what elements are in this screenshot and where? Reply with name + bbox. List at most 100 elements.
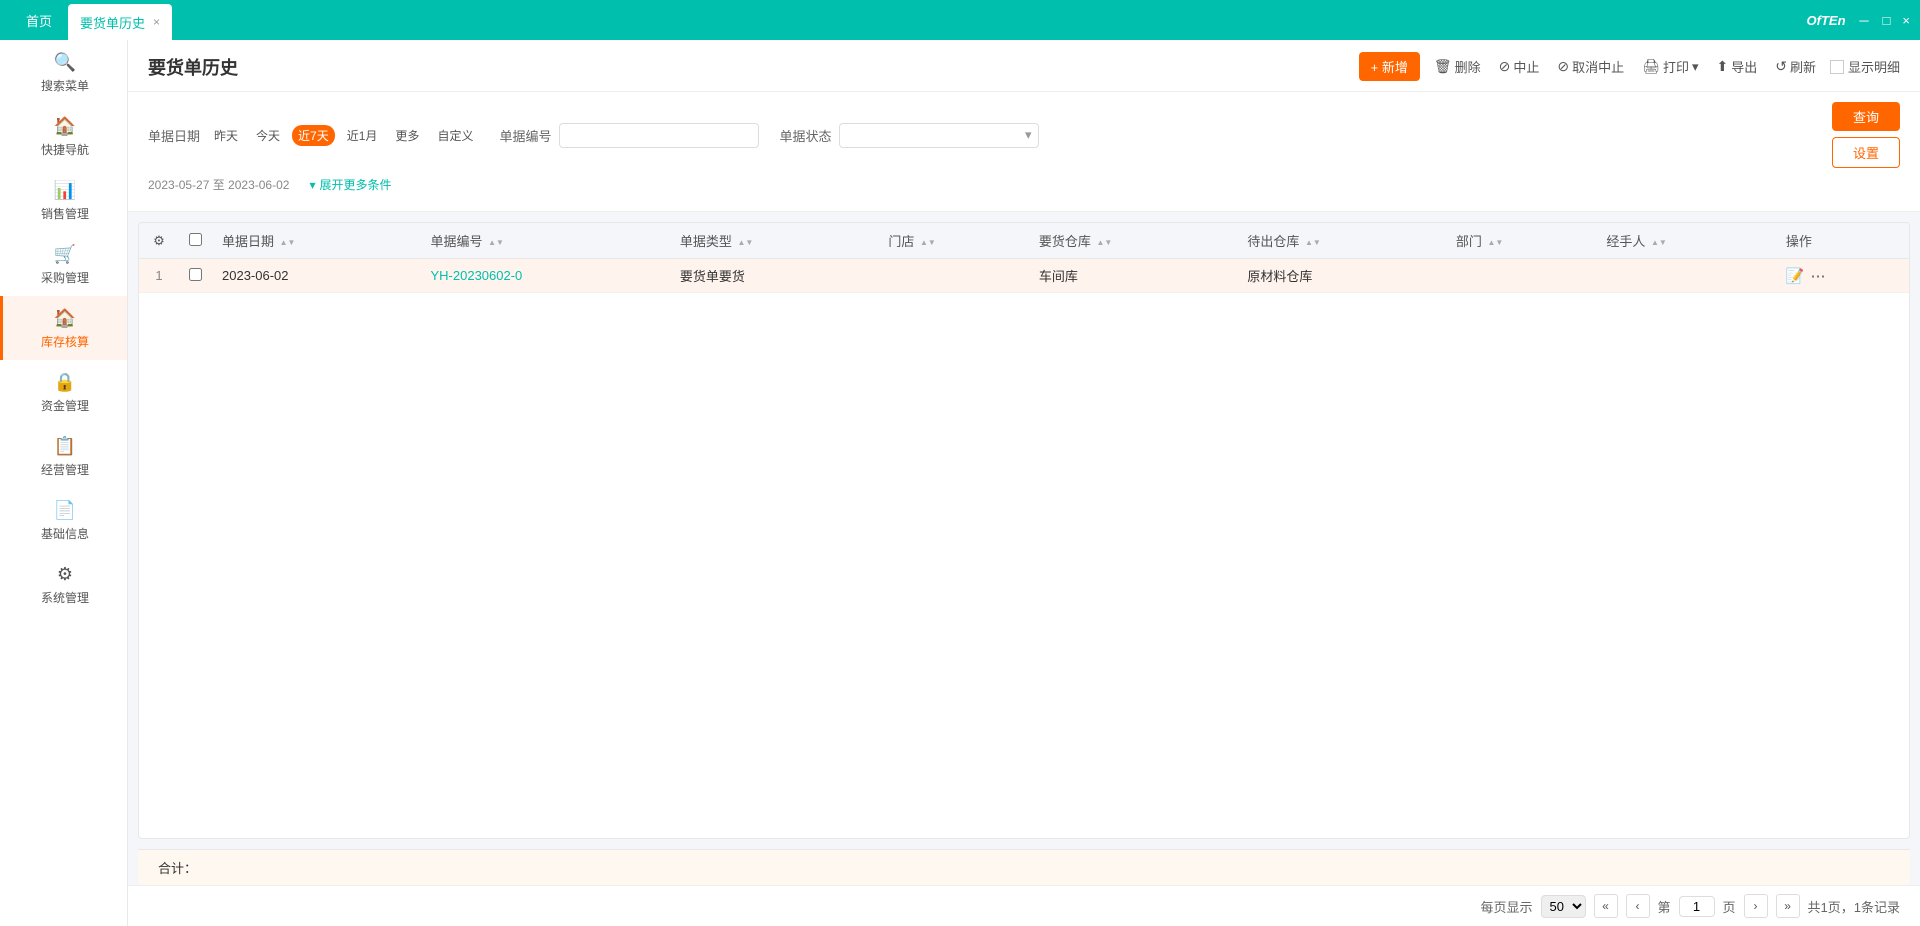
sidebar-item-system[interactable]: ⚙ 系统管理 <box>0 552 127 616</box>
sidebar-item-basic-info[interactable]: 📄 基础信息 <box>0 488 127 552</box>
print-label: 打印 <box>1663 57 1689 76</box>
row-more-icon[interactable]: ⋯ <box>1811 267 1826 285</box>
th-pending-warehouse: 待出仓库 ▲▼ <box>1237 223 1446 259</box>
pagination: 每页显示 50 « ‹ 第 页 › » 共1页，1条记录 <box>128 885 1920 926</box>
page-input[interactable] <box>1679 896 1715 917</box>
topbar-close[interactable]: × <box>1902 13 1910 28</box>
cancel-stop-label: 取消中止 <box>1572 57 1624 76</box>
sort-icon-date[interactable]: ▲▼ <box>280 239 296 247</box>
th-req-warehouse: 要货仓库 ▲▼ <box>1029 223 1238 259</box>
quick-nav-icon: 🏠 <box>54 116 76 137</box>
date-btn-more[interactable]: 更多 <box>389 125 425 146</box>
toolbar: + 新增 🗑 删除 ⊘ 中止 ⊘ 取消中止 🖨 打印 ▾ <box>1359 52 1900 81</box>
delete-button[interactable]: 🗑 删除 <box>1430 57 1485 76</box>
row-checkbox-cell <box>179 259 212 293</box>
sort-icon-req-warehouse[interactable]: ▲▼ <box>1096 239 1112 247</box>
sidebar-item-label: 快捷导航 <box>41 141 89 158</box>
row-bill-type: 要货单要货 <box>670 259 879 293</box>
th-pending-warehouse-label: 待出仓库 <box>1247 234 1299 249</box>
topbar-maximize[interactable]: □ <box>1883 13 1891 28</box>
sort-icon-bill-type[interactable]: ▲▼ <box>737 239 753 247</box>
bill-no-input[interactable] <box>559 123 759 148</box>
print-chevron-icon: ▾ <box>1692 59 1699 75</box>
page-label: 第 <box>1658 897 1671 916</box>
settings-button[interactable]: 设置 <box>1832 137 1900 168</box>
date-btn-yesterday[interactable]: 昨天 <box>208 125 244 146</box>
pagination-first-btn[interactable]: « <box>1594 894 1618 918</box>
th-action-label: 操作 <box>1786 234 1812 249</box>
refresh-button[interactable]: ↺ 刷新 <box>1771 57 1820 76</box>
stop-label: 中止 <box>1513 57 1539 76</box>
sidebar-item-quick-nav[interactable]: 🏠 快捷导航 <box>0 104 127 168</box>
pagination-prev-btn[interactable]: ‹ <box>1626 894 1650 918</box>
inventory-icon: 🏠 <box>54 308 76 329</box>
th-req-warehouse-label: 要货仓库 <box>1039 234 1091 249</box>
page-header: 要货单历史 + 新增 🗑 删除 ⊘ 中止 ⊘ 取消中止 🖨 打印 <box>128 40 1920 92</box>
row-store <box>878 259 1029 293</box>
stop-button[interactable]: ⊘ 中止 <box>1495 57 1544 76</box>
th-date: 单据日期 ▲▼ <box>212 223 421 259</box>
th-bill-type: 单据类型 ▲▼ <box>670 223 879 259</box>
refresh-icon: ↺ <box>1775 58 1787 75</box>
sort-icon-store[interactable]: ▲▼ <box>920 239 936 247</box>
sidebar-item-label: 搜索菜单 <box>41 77 89 94</box>
row-date: 2023-06-02 <box>212 259 421 293</box>
expand-label: 展开更多条件 <box>319 176 391 193</box>
sidebar-item-finance[interactable]: 🔒 资金管理 <box>0 360 127 424</box>
sort-icon-department[interactable]: ▲▼ <box>1487 239 1503 247</box>
date-btn-today[interactable]: 今天 <box>250 125 286 146</box>
table-body: 1 2023-06-02 YH-20230602-0 要货单要货 车间库 原材料… <box>139 259 1909 293</box>
new-button[interactable]: + 新增 <box>1359 52 1420 81</box>
query-button[interactable]: 查询 <box>1832 102 1900 131</box>
topbar-right: OfTEn － □ × <box>1807 11 1910 30</box>
sidebar-item-sales[interactable]: 📊 销售管理 <box>0 168 127 232</box>
date-btn-custom[interactable]: 自定义 <box>431 125 479 146</box>
stop-icon: ⊘ <box>1499 58 1511 75</box>
th-bill-no: 单据编号 ▲▼ <box>421 223 670 259</box>
export-button[interactable]: ⬆ 导出 <box>1712 57 1761 76</box>
display-detail-label: 显示明细 <box>1848 57 1900 76</box>
bill-no-link[interactable]: YH-20230602-0 <box>431 268 523 283</box>
th-department-label: 部门 <box>1456 234 1482 249</box>
active-tab[interactable]: 要货单历史 × <box>68 4 172 40</box>
purchase-icon: 🛒 <box>54 244 76 265</box>
sidebar-item-label: 销售管理 <box>41 205 89 222</box>
sort-icon-bill-no[interactable]: ▲▼ <box>488 239 504 247</box>
print-button[interactable]: 🖨 打印 ▾ <box>1638 57 1702 76</box>
home-tab[interactable]: 首页 <box>10 0 68 40</box>
th-bill-no-label: 单据编号 <box>431 234 483 249</box>
row-edit-icon[interactable]: 📝 <box>1786 267 1805 285</box>
bill-status-select[interactable] <box>839 123 1039 148</box>
pagination-last-btn[interactable]: » <box>1776 894 1800 918</box>
row-handler <box>1596 259 1776 293</box>
sort-icon-pending-warehouse[interactable]: ▲▼ <box>1305 239 1321 247</box>
sidebar-item-search-menu[interactable]: 🔍 搜索菜单 <box>0 40 127 104</box>
th-store: 门店 ▲▼ <box>878 223 1029 259</box>
sidebar: 🔍 搜索菜单 🏠 快捷导航 📊 销售管理 🛒 采购管理 🏠 库存核算 🔒 资金管… <box>0 40 128 926</box>
sidebar-item-inventory[interactable]: 🏠 库存核算 <box>0 296 127 360</box>
sidebar-item-label: 系统管理 <box>41 589 89 606</box>
query-buttons: 查询 设置 <box>1832 102 1900 168</box>
row-checkbox[interactable] <box>189 268 202 281</box>
pagination-next-btn[interactable]: › <box>1744 894 1768 918</box>
close-tab-icon[interactable]: × <box>153 15 160 29</box>
refresh-label: 刷新 <box>1790 57 1816 76</box>
date-btn-7days[interactable]: 近7天 <box>292 125 335 146</box>
filter-bar: 单据日期 昨天 今天 近7天 近1月 更多 自定义 单据编号 单据状态 <box>128 92 1920 212</box>
sidebar-item-purchase[interactable]: 🛒 采购管理 <box>0 232 127 296</box>
th-department: 部门 ▲▼ <box>1446 223 1597 259</box>
display-detail-toggle[interactable]: 显示明细 <box>1830 57 1900 76</box>
topbar-minimize[interactable]: － <box>1858 11 1871 30</box>
column-settings-icon[interactable]: ⚙ <box>153 233 165 248</box>
cancel-stop-button[interactable]: ⊘ 取消中止 <box>1553 57 1628 76</box>
select-all-checkbox[interactable] <box>189 233 202 246</box>
basic-info-icon: 📄 <box>54 500 76 521</box>
sidebar-item-operations[interactable]: 📋 经营管理 <box>0 424 127 488</box>
row-bill-no: YH-20230602-0 <box>421 259 670 293</box>
sort-icon-handler[interactable]: ▲▼ <box>1651 239 1667 247</box>
data-table: ⚙ 单据日期 ▲▼ 单据编号 ▲▼ <box>139 223 1909 293</box>
expand-more-btn[interactable]: ▾ 展开更多条件 <box>309 176 391 193</box>
operations-icon: 📋 <box>54 436 76 457</box>
per-page-select[interactable]: 50 <box>1541 895 1586 918</box>
date-btn-1month[interactable]: 近1月 <box>341 125 384 146</box>
